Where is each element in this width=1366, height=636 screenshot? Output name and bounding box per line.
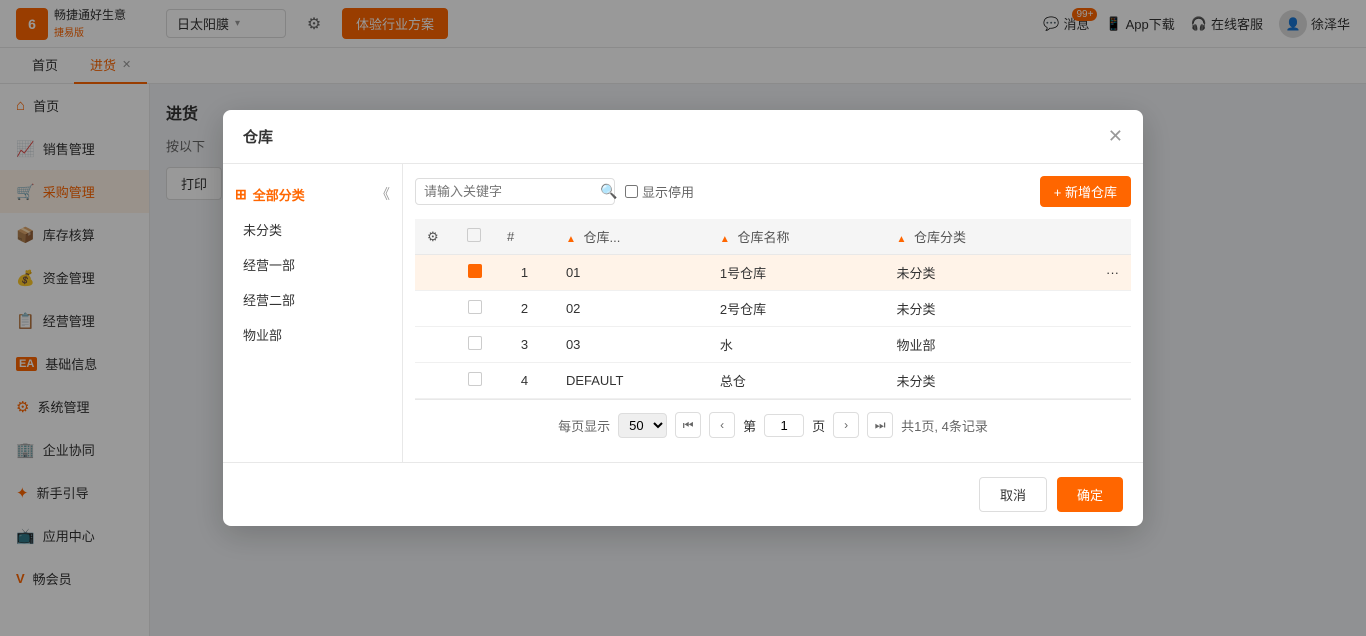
col-header-num: # [495,219,554,255]
col-header-gear[interactable]: ⚙ [415,219,455,255]
col-header-check[interactable] [455,219,495,255]
category-header-label: ⊞ 全部分类 [235,185,305,204]
row-checkbox[interactable] [468,372,482,386]
show-disabled-option: 显示停用 [625,182,694,201]
warehouse-modal: 仓库 ✕ ⊞ 全部分类 《 未分类 经营一部 经营二部 物业部 [223,110,1143,526]
row-category: 未分类 [885,291,1062,327]
category-collapse-button[interactable]: 《 [376,184,390,204]
sort-icon-category: ▲ [897,234,907,245]
cat-item-property[interactable]: 物业部 [223,317,402,352]
search-input[interactable] [424,184,600,199]
table-row[interactable]: 2 02 2号仓库 未分类 [415,291,1131,327]
col-header-code[interactable]: ▲ 仓库... [554,219,708,255]
row-num: 4 [495,363,554,399]
cancel-button[interactable]: 取消 [979,477,1047,512]
col-header-name[interactable]: ▲ 仓库名称 [708,219,885,255]
table-header-row: ⚙ # ▲ 仓库... ▲ 仓 [415,219,1131,255]
table-row[interactable]: 3 03 水 物业部 [415,327,1131,363]
show-disabled-checkbox[interactable] [625,185,638,198]
category-header: ⊞ 全部分类 《 [223,176,402,212]
per-page-label: 每页显示 [558,416,610,435]
row-more-button[interactable] [1061,327,1131,363]
page-number-input[interactable] [764,414,804,437]
row-gear [415,363,455,399]
row-more-button[interactable] [1061,363,1131,399]
last-page-button[interactable]: ⏭ [867,412,893,438]
pagination: 每页显示 50 ⏮ ‹ 第 页 › ⏭ 共1页, 4条记录 [415,399,1131,450]
select-all-checkbox[interactable] [467,228,481,242]
table-row[interactable]: 1 01 1号仓库 未分类 ··· [415,255,1131,291]
row-gear [415,291,455,327]
cat-item-unclassified[interactable]: 未分类 [223,212,402,247]
modal-footer: 取消 确定 [223,462,1143,526]
row-name: 1号仓库 [708,255,885,291]
row-name: 总仓 [708,363,885,399]
page-total: 共1页, 4条记录 [901,416,988,435]
row-gear [415,255,455,291]
modal-overlay: 仓库 ✕ ⊞ 全部分类 《 未分类 经营一部 经营二部 物业部 [0,0,1366,636]
table-row[interactable]: 4 DEFAULT 总仓 未分类 [415,363,1131,399]
modal-header: 仓库 ✕ [223,110,1143,164]
row-check[interactable] [455,291,495,327]
search-box: 🔍 [415,178,615,205]
row-check[interactable] [455,327,495,363]
col-header-category[interactable]: ▲ 仓库分类 [885,219,1062,255]
cat-item-dept1[interactable]: 经营一部 [223,247,402,282]
row-code: 02 [554,291,708,327]
warehouse-table: ⚙ # ▲ 仓库... ▲ 仓 [415,219,1131,399]
modal-body: ⊞ 全部分类 《 未分类 经营一部 经营二部 物业部 🔍 [223,164,1143,462]
row-num: 3 [495,327,554,363]
row-num: 1 [495,255,554,291]
per-page-select[interactable]: 50 [618,413,667,438]
row-more-button[interactable] [1061,291,1131,327]
row-category: 未分类 [885,255,1062,291]
show-disabled-label: 显示停用 [642,182,694,201]
row-code: 01 [554,255,708,291]
row-check[interactable] [455,363,495,399]
category-sidebar: ⊞ 全部分类 《 未分类 经营一部 经营二部 物业部 [223,164,403,462]
row-code: 03 [554,327,708,363]
prev-page-button[interactable]: ‹ [709,412,735,438]
row-checkbox[interactable] [468,300,482,314]
col-header-action [1061,219,1131,255]
table-area: 🔍 显示停用 + 新增仓库 ⚙ [403,164,1143,462]
row-category: 未分类 [885,363,1062,399]
row-check[interactable] [455,255,495,291]
gear-col-icon: ⚙ [427,229,439,244]
page-label: 第 [743,416,756,435]
next-page-button[interactable]: › [833,412,859,438]
confirm-button[interactable]: 确定 [1057,477,1123,512]
modal-close-button[interactable]: ✕ [1108,126,1123,147]
row-checkbox[interactable] [468,264,482,278]
search-icon[interactable]: 🔍 [600,183,617,200]
sort-icon-name: ▲ [720,234,730,245]
row-checkbox[interactable] [468,336,482,350]
grid-icon: ⊞ [235,186,247,203]
row-code: DEFAULT [554,363,708,399]
modal-title: 仓库 [243,126,273,147]
sort-icon-code: ▲ [566,234,576,245]
category-all-label[interactable]: 全部分类 [253,185,305,204]
row-num: 2 [495,291,554,327]
add-warehouse-button[interactable]: + 新增仓库 [1040,176,1131,207]
first-page-button[interactable]: ⏮ [675,412,701,438]
row-more-button[interactable]: ··· [1061,255,1131,291]
row-name: 2号仓库 [708,291,885,327]
page-unit: 页 [812,416,825,435]
row-gear [415,327,455,363]
table-toolbar: 🔍 显示停用 + 新增仓库 [415,176,1131,207]
row-category: 物业部 [885,327,1062,363]
row-name: 水 [708,327,885,363]
cat-item-dept2[interactable]: 经营二部 [223,282,402,317]
